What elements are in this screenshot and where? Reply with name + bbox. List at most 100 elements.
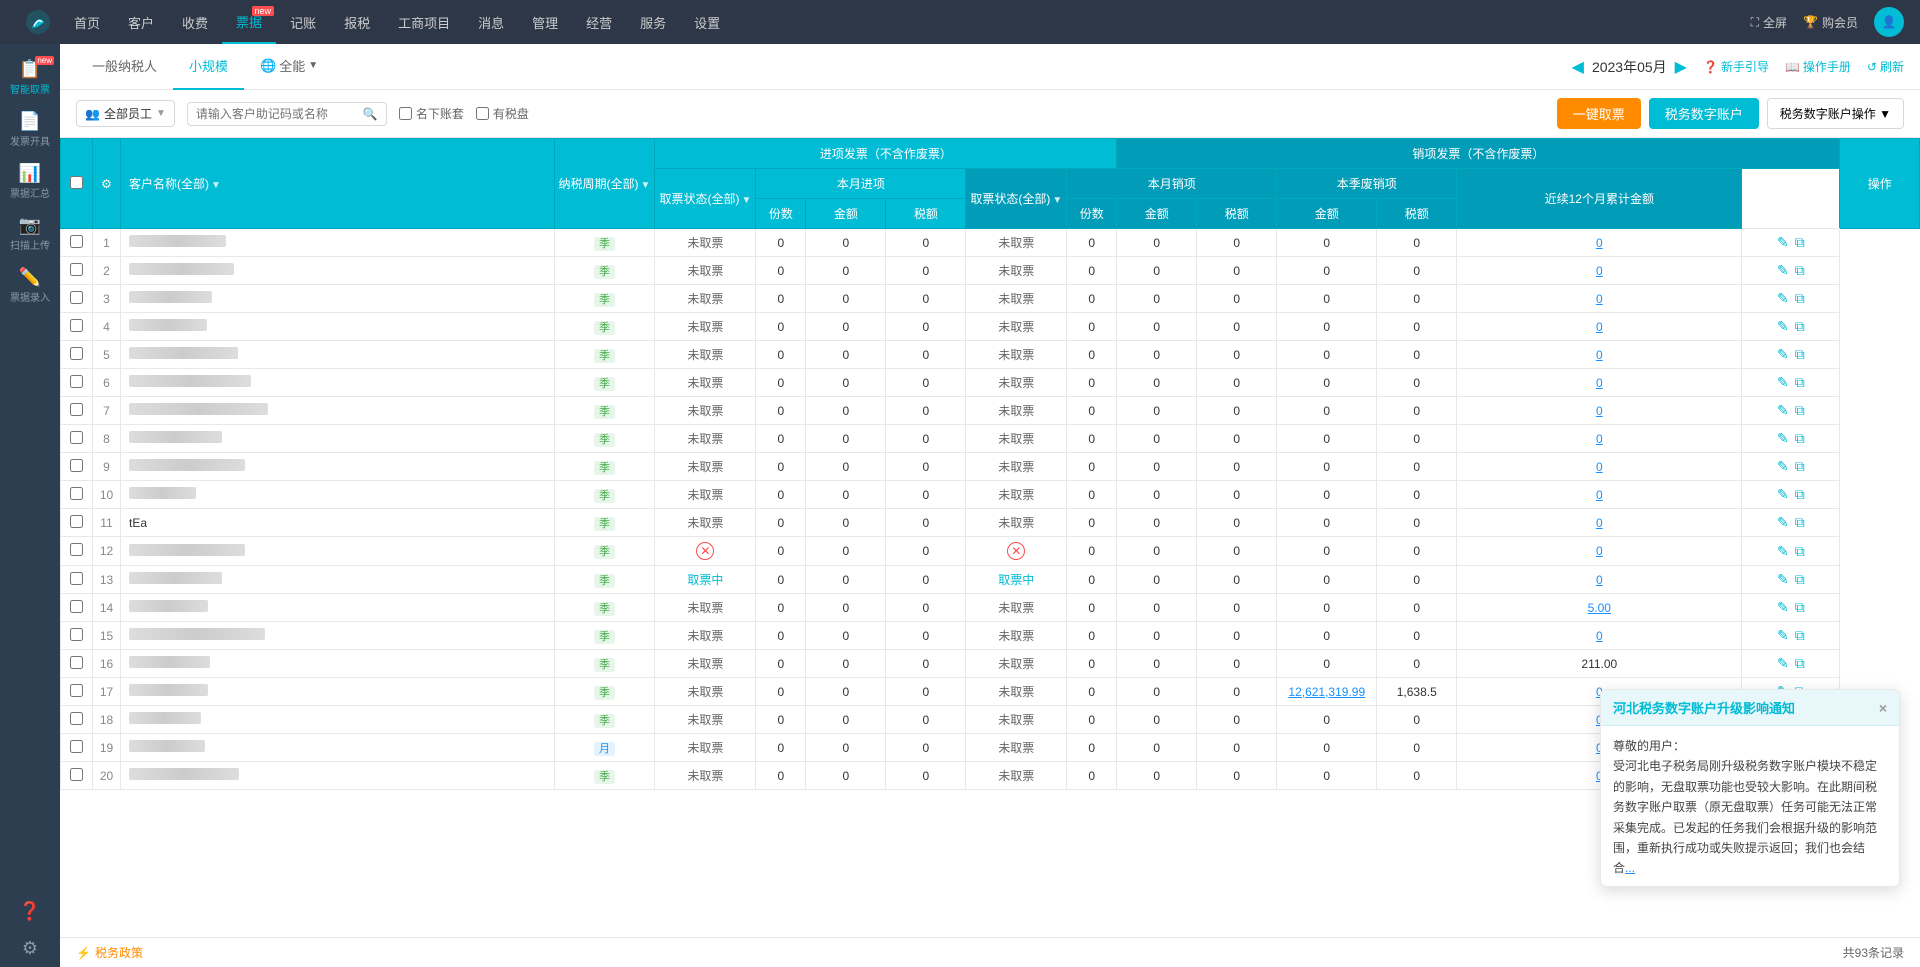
nav-service[interactable]: 服务 [626,0,680,44]
cumulative-link[interactable]: 0 [1596,488,1603,502]
tax-digital-ops-button[interactable]: 税务数字账户操作 ▼ [1767,98,1904,129]
search-icon[interactable]: 🔍 [363,107,378,121]
cumulative-link[interactable]: 0 [1596,516,1603,530]
row-checkbox[interactable] [70,235,83,248]
copy-icon[interactable]: ⧉ [1795,346,1805,363]
row-checkbox[interactable] [70,712,83,725]
one-click-ticket-button[interactable]: 一键取票 [1557,98,1641,129]
nav-home[interactable]: 首页 [60,0,114,44]
nav-client[interactable]: 客户 [114,0,168,44]
cumulative-link[interactable]: 0 [1596,573,1603,587]
nav-message[interactable]: 消息 [464,0,518,44]
notification-close-button[interactable]: × [1879,700,1887,716]
row-checkbox[interactable] [70,684,83,697]
nav-invoice[interactable]: 票据 new [222,0,276,44]
nav-bookkeeping[interactable]: 记账 [276,0,330,44]
nav-tax[interactable]: 报税 [330,0,384,44]
row-checkbox[interactable] [70,600,83,613]
row-checkbox[interactable] [70,375,83,388]
avatar[interactable]: 👤 [1874,7,1904,37]
copy-icon[interactable]: ⧉ [1795,262,1805,279]
cumulative-link[interactable]: 5.00 [1588,601,1611,615]
edit-icon[interactable]: ✎ [1777,514,1789,531]
edit-icon[interactable]: ✎ [1777,486,1789,503]
nav-manage[interactable]: 管理 [518,0,572,44]
out-status-filter-icon[interactable]: ▼ [1052,195,1062,206]
row-checkbox[interactable] [70,628,83,641]
tax-digital-account-button[interactable]: 税务数字账户 [1649,98,1759,129]
select-all-checkbox[interactable] [70,176,83,189]
fullscreen-button[interactable]: ⛶ 全屏 [1751,14,1787,31]
row-checkbox[interactable] [70,543,83,556]
copy-icon[interactable]: ⧉ [1795,318,1805,335]
sidebar-item-invoice-issue[interactable]: 📄 发票开具 [0,104,60,156]
cumulative-link[interactable]: 0 [1596,348,1603,362]
copy-icon[interactable]: ⧉ [1795,234,1805,251]
sidebar-item-entry[interactable]: ✏️ 票据录入 [0,260,60,312]
copy-icon[interactable]: ⧉ [1795,290,1805,307]
cumulative-link[interactable]: 0 [1596,320,1603,334]
row-checkbox[interactable] [70,347,83,360]
nav-ops[interactable]: 经营 [572,0,626,44]
in-status-filter-icon[interactable]: ▼ [741,195,751,206]
under-account-checkbox-input[interactable] [399,107,412,120]
under-account-checkbox[interactable]: 名下账套 [399,105,464,122]
edit-icon[interactable]: ✎ [1777,262,1789,279]
next-month-button[interactable]: ▶ [1675,57,1687,77]
cumulative-link[interactable]: 0 [1596,236,1603,250]
copy-icon[interactable]: ⧉ [1795,627,1805,644]
edit-icon[interactable]: ✎ [1777,234,1789,251]
sidebar-item-smart-ticket[interactable]: new 📋 智能取票 [0,52,60,104]
copy-icon[interactable]: ⧉ [1795,543,1805,560]
cumulative-link[interactable]: 0 [1596,544,1603,558]
settings-icon[interactable]: ⚙ [22,938,38,959]
tab-all[interactable]: 🌐 全能 ▼ [244,44,334,90]
cumulative-link[interactable]: 0 [1596,376,1603,390]
has-tax-disk-checkbox[interactable]: 有税盘 [476,105,529,122]
edit-icon[interactable]: ✎ [1777,402,1789,419]
edit-icon[interactable]: ✎ [1777,346,1789,363]
cumulative-link[interactable]: 0 [1596,432,1603,446]
row-checkbox[interactable] [70,263,83,276]
edit-icon[interactable]: ✎ [1777,318,1789,335]
edit-icon[interactable]: ✎ [1777,430,1789,447]
manual-link[interactable]: 📖 操作手册 [1785,58,1851,75]
row-checkbox[interactable] [70,515,83,528]
copy-icon[interactable]: ⧉ [1795,599,1805,616]
edit-icon[interactable]: ✎ [1777,374,1789,391]
copy-icon[interactable]: ⧉ [1795,402,1805,419]
cancel-amount-link[interactable]: 12,621,319.99 [1288,685,1365,699]
edit-icon[interactable]: ✎ [1777,543,1789,560]
row-checkbox[interactable] [70,768,83,781]
row-checkbox[interactable] [70,291,83,304]
cumulative-link[interactable]: 0 [1596,629,1603,643]
copy-icon[interactable]: ⧉ [1795,514,1805,531]
edit-icon[interactable]: ✎ [1777,458,1789,475]
copy-icon[interactable]: ⧉ [1795,655,1805,672]
row-checkbox[interactable] [70,487,83,500]
sidebar-item-summary[interactable]: 📊 票据汇总 [0,156,60,208]
edit-icon[interactable]: ✎ [1777,655,1789,672]
nav-biz[interactable]: 工商项目 [384,0,464,44]
cumulative-link[interactable]: 0 [1596,404,1603,418]
nav-settings[interactable]: 设置 [680,0,734,44]
employee-select[interactable]: 👥 全部员工 ▼ [76,100,175,127]
nav-billing[interactable]: 收费 [168,0,222,44]
sidebar-item-scan[interactable]: 📷 扫描上传 [0,208,60,260]
cumulative-link[interactable]: 0 [1596,460,1603,474]
tab-small-scale[interactable]: 小规模 [173,44,244,90]
row-checkbox[interactable] [70,319,83,332]
edit-icon[interactable]: ✎ [1777,290,1789,307]
copy-icon[interactable]: ⧉ [1795,430,1805,447]
row-checkbox[interactable] [70,740,83,753]
tax-policy-link[interactable]: ⚡ 税务政策 [76,944,143,961]
help-icon[interactable]: ❓ [19,901,41,922]
prev-month-button[interactable]: ◀ [1572,57,1584,77]
settings-col-icon[interactable]: ⚙ [101,177,112,191]
edit-icon[interactable]: ✎ [1777,571,1789,588]
tab-general-taxpayer[interactable]: 一般纳税人 [76,44,173,90]
row-checkbox[interactable] [70,459,83,472]
row-checkbox[interactable] [70,572,83,585]
row-checkbox[interactable] [70,656,83,669]
edit-icon[interactable]: ✎ [1777,627,1789,644]
